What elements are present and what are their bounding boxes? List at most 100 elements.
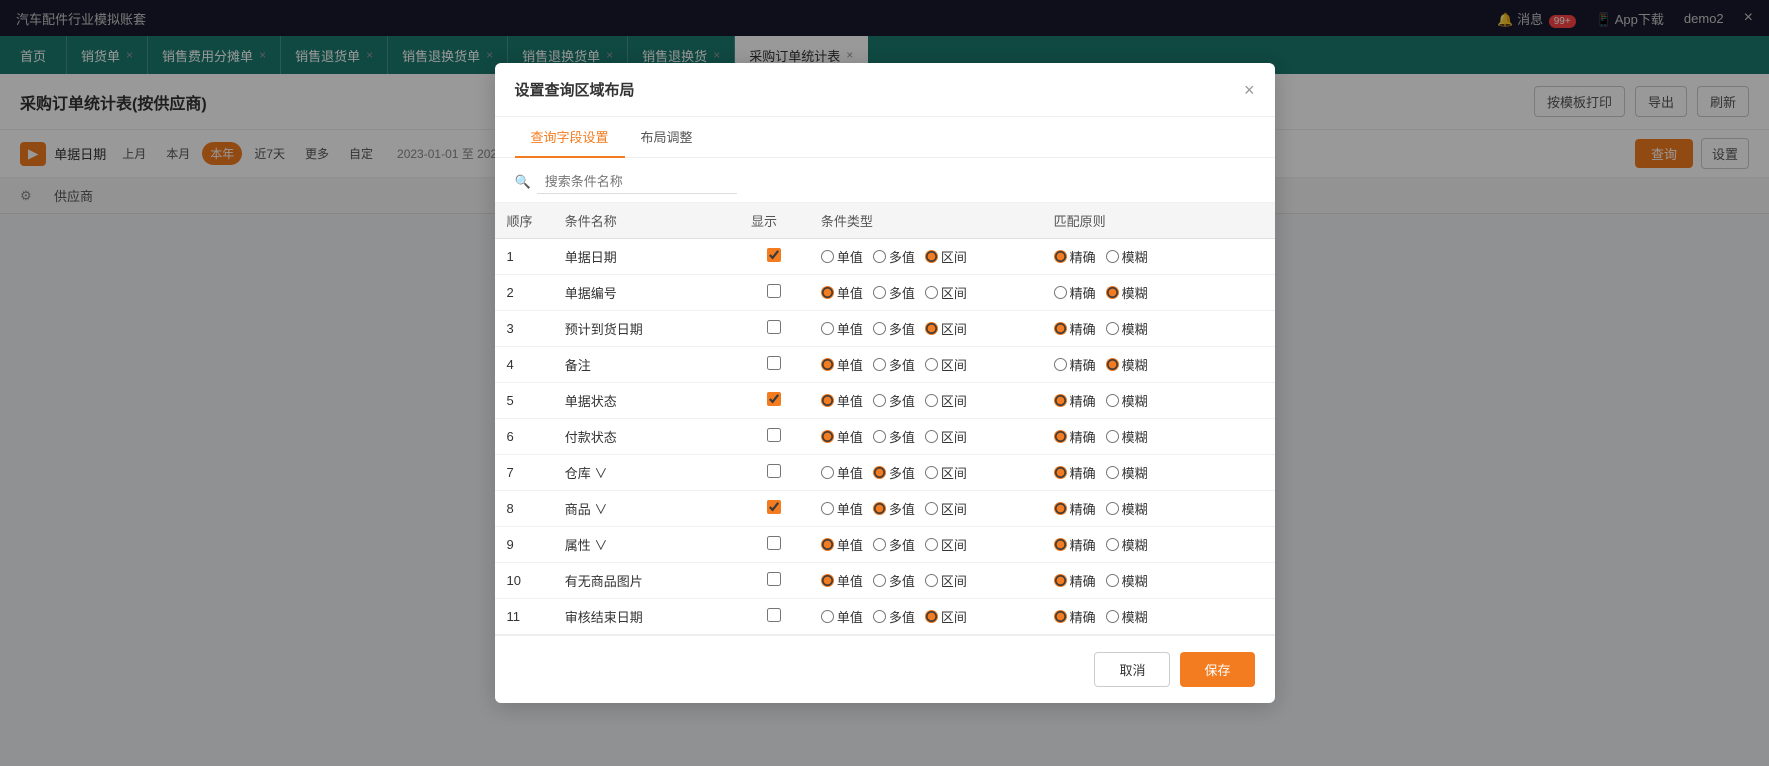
cell-display[interactable] [739, 599, 809, 635]
type-radio-item[interactable]: 单值 [821, 427, 863, 446]
th-display: 显示 [739, 203, 809, 239]
type-radio-item[interactable]: 多值 [873, 355, 915, 374]
type-radio-item[interactable]: 多值 [873, 499, 915, 518]
th-name: 条件名称 [553, 203, 739, 239]
modal-close-button[interactable]: × [1244, 81, 1255, 99]
match-radio-item[interactable]: 精确 [1054, 319, 1096, 338]
type-radio-item[interactable]: 多值 [873, 607, 915, 626]
cell-display[interactable] [739, 239, 809, 275]
modal-search-bar: 🔍 [495, 158, 1275, 203]
search-input[interactable] [537, 170, 737, 194]
cell-display[interactable] [739, 491, 809, 527]
display-checkbox[interactable] [767, 284, 781, 298]
cell-match: 精确模糊 [1042, 491, 1275, 527]
type-radio-item[interactable]: 区间 [925, 391, 967, 410]
cancel-button[interactable]: 取消 [1094, 652, 1170, 687]
display-checkbox[interactable] [767, 356, 781, 370]
cell-display[interactable] [739, 527, 809, 563]
type-radio-item[interactable]: 多值 [873, 247, 915, 266]
type-radio-item[interactable]: 多值 [873, 319, 915, 338]
match-radio-item[interactable]: 精确 [1054, 391, 1096, 410]
type-radio-item[interactable]: 区间 [925, 535, 967, 554]
cell-display[interactable] [739, 275, 809, 311]
save-button[interactable]: 保存 [1180, 652, 1254, 687]
modal-tab-layout[interactable]: 布局调整 [625, 117, 709, 158]
type-radio-item[interactable]: 区间 [925, 427, 967, 446]
type-radio-item[interactable]: 单值 [821, 463, 863, 482]
type-radio-item[interactable]: 区间 [925, 571, 967, 590]
type-radio-item[interactable]: 单值 [821, 283, 863, 302]
cell-display[interactable] [739, 455, 809, 491]
type-radio-item[interactable]: 多值 [873, 283, 915, 302]
display-checkbox[interactable] [767, 500, 781, 514]
type-radio-item[interactable]: 区间 [925, 607, 967, 626]
type-radio-item[interactable]: 单值 [821, 319, 863, 338]
type-radio-item[interactable]: 单值 [821, 607, 863, 626]
type-radio-item[interactable]: 多值 [873, 427, 915, 446]
display-checkbox[interactable] [767, 572, 781, 586]
display-checkbox[interactable] [767, 320, 781, 334]
match-radio-item[interactable]: 模糊 [1106, 391, 1148, 410]
match-radio-item[interactable]: 精确 [1054, 355, 1096, 374]
match-radio-item[interactable]: 精确 [1054, 607, 1096, 626]
cell-name: 付款状态 [553, 419, 739, 455]
match-radio-item[interactable]: 精确 [1054, 247, 1096, 266]
type-radio-item[interactable]: 区间 [925, 463, 967, 482]
cell-match: 精确模糊 [1042, 383, 1275, 419]
type-radio-item[interactable]: 单值 [821, 391, 863, 410]
type-radio-item[interactable]: 单值 [821, 247, 863, 266]
display-checkbox[interactable] [767, 536, 781, 550]
type-radio-item[interactable]: 单值 [821, 535, 863, 554]
type-radio-item[interactable]: 区间 [925, 319, 967, 338]
display-checkbox[interactable] [767, 464, 781, 478]
type-radio-item[interactable]: 区间 [925, 247, 967, 266]
match-radio-item[interactable]: 精确 [1054, 499, 1096, 518]
display-checkbox[interactable] [767, 248, 781, 262]
match-radio-item[interactable]: 精确 [1054, 535, 1096, 554]
cell-name: 有无商品图片 [553, 563, 739, 599]
type-radio-item[interactable]: 单值 [821, 355, 863, 374]
match-radio-item[interactable]: 精确 [1054, 427, 1096, 446]
match-radio-item[interactable]: 模糊 [1106, 607, 1148, 626]
type-radio-item[interactable]: 多值 [873, 571, 915, 590]
match-radio-item[interactable]: 模糊 [1106, 319, 1148, 338]
display-checkbox[interactable] [767, 392, 781, 406]
display-checkbox[interactable] [767, 428, 781, 442]
table-row: 1单据日期单值多值区间精确模糊 [495, 239, 1275, 275]
match-radio-item[interactable]: 模糊 [1106, 499, 1148, 518]
type-radio-item[interactable]: 区间 [925, 499, 967, 518]
table-row: 9属性 ∨单值多值区间精确模糊 [495, 527, 1275, 563]
match-radio-item[interactable]: 模糊 [1106, 427, 1148, 446]
cell-display[interactable] [739, 419, 809, 455]
cell-display[interactable] [739, 311, 809, 347]
cell-display[interactable] [739, 563, 809, 599]
cell-order: 7 [495, 455, 553, 491]
cell-match: 精确模糊 [1042, 347, 1275, 383]
type-radio-item[interactable]: 区间 [925, 355, 967, 374]
cell-display[interactable] [739, 383, 809, 419]
display-checkbox[interactable] [767, 608, 781, 622]
cell-name: 备注 [553, 347, 739, 383]
type-radio-item[interactable]: 多值 [873, 463, 915, 482]
match-radio-item[interactable]: 模糊 [1106, 247, 1148, 266]
match-radio-item[interactable]: 模糊 [1106, 283, 1148, 302]
match-radio-item[interactable]: 精确 [1054, 571, 1096, 590]
type-radio-item[interactable]: 多值 [873, 391, 915, 410]
cell-order: 6 [495, 419, 553, 455]
type-radio-item[interactable]: 单值 [821, 499, 863, 518]
cell-order: 10 [495, 563, 553, 599]
match-radio-item[interactable]: 模糊 [1106, 535, 1148, 554]
match-radio-item[interactable]: 精确 [1054, 283, 1096, 302]
cell-match: 精确模糊 [1042, 311, 1275, 347]
match-radio-item[interactable]: 模糊 [1106, 463, 1148, 482]
match-radio-item[interactable]: 模糊 [1106, 571, 1148, 590]
modal-tab-query-fields[interactable]: 查询字段设置 [515, 117, 625, 158]
cell-order: 1 [495, 239, 553, 275]
cell-display[interactable] [739, 347, 809, 383]
match-radio-item[interactable]: 精确 [1054, 463, 1096, 482]
type-radio-item[interactable]: 单值 [821, 571, 863, 590]
type-radio-item[interactable]: 多值 [873, 535, 915, 554]
type-radio-item[interactable]: 区间 [925, 283, 967, 302]
cell-type: 单值多值区间 [809, 347, 1042, 383]
match-radio-item[interactable]: 模糊 [1106, 355, 1148, 374]
